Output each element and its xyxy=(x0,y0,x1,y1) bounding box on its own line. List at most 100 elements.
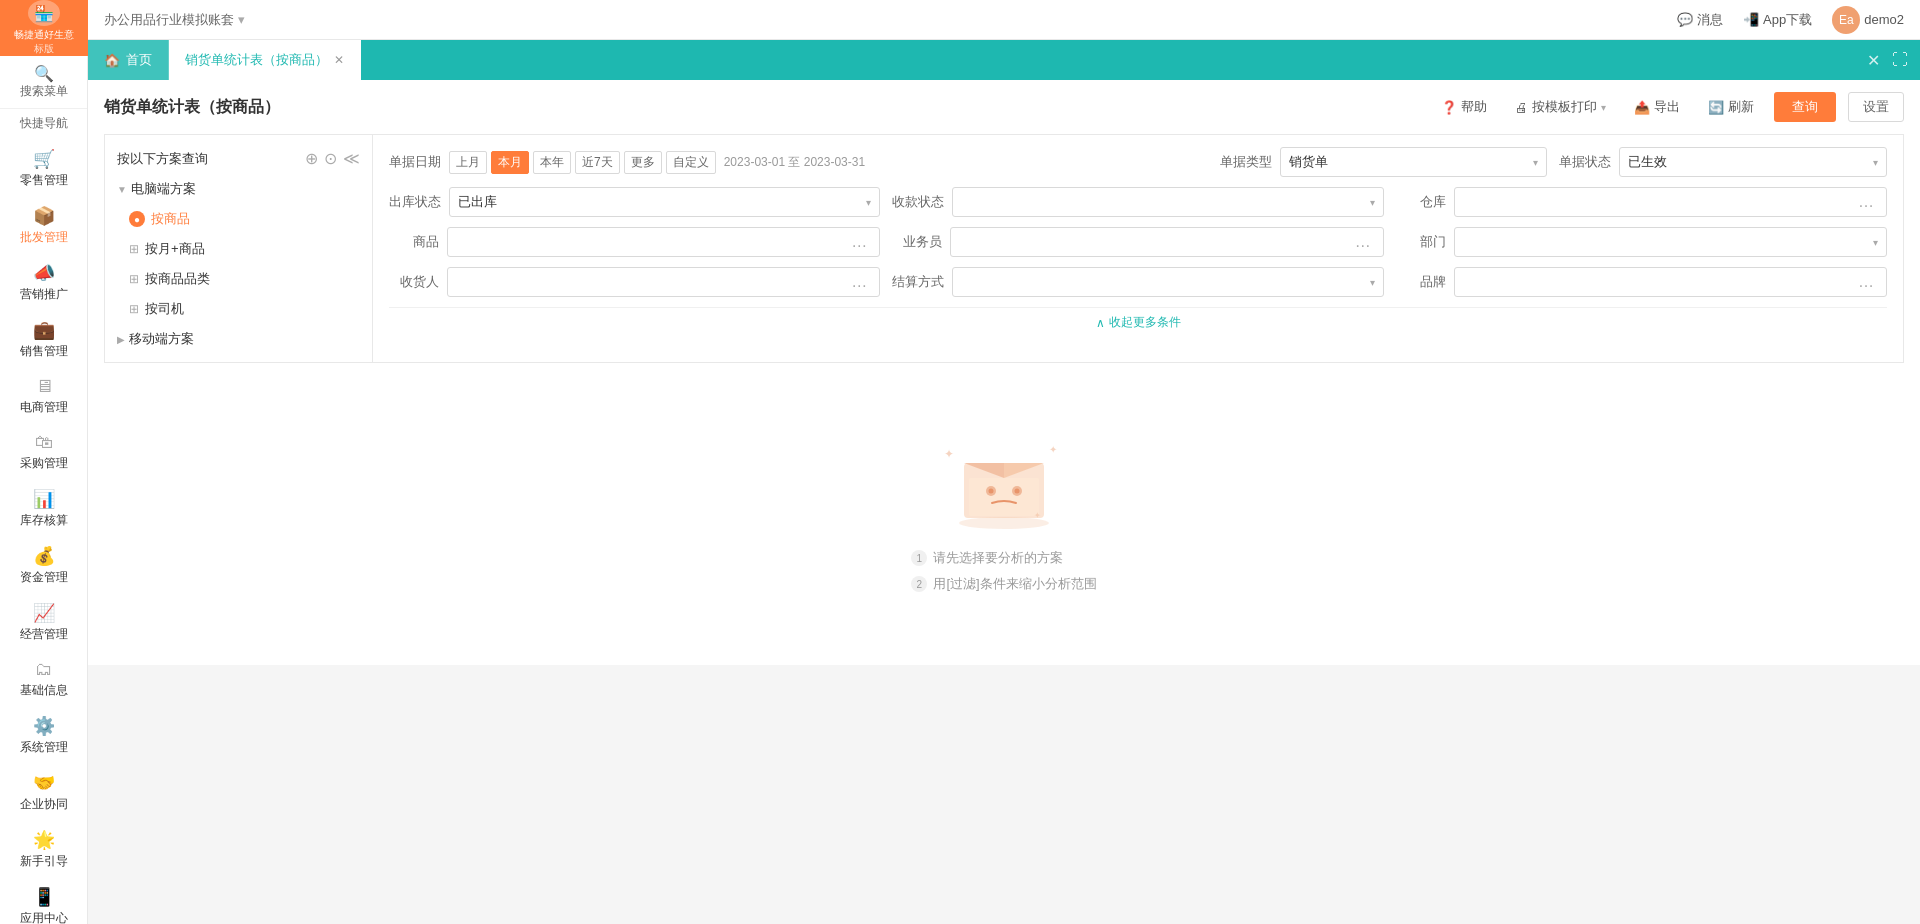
tab-close-icon[interactable]: ✕ xyxy=(334,54,344,66)
receipt-status-label: 收款状态 xyxy=(892,193,944,211)
brand-select[interactable]: … xyxy=(1454,267,1887,297)
sidebar-item-marketing[interactable]: 📣 营销推广 xyxy=(0,252,87,309)
content-wrapper: 按以下方案查询 ⊕ ⊙ ≪ ▼ 电脑端方案 ● 按商品 xyxy=(104,134,1904,363)
product-select[interactable]: … xyxy=(447,227,880,257)
app-download-button[interactable]: 📲 App下载 xyxy=(1743,11,1812,29)
filter-field-doc-type: 单据类型 销货单 ▾ xyxy=(1220,147,1548,177)
tree-item-by-register[interactable]: ⊞ 按司机 xyxy=(105,294,372,324)
base-icon: 🗂 xyxy=(35,659,53,680)
department-select[interactable]: ▾ xyxy=(1454,227,1887,257)
tabbar: 🏠 首页 销货单统计表（按商品） ✕ ✕ ⛶ xyxy=(88,40,1920,80)
sidebar-item-finance[interactable]: 💰 资金管理 xyxy=(0,535,87,592)
sidebar-item-enterprise[interactable]: 🤝 企业协同 xyxy=(0,762,87,819)
avatar: Ea xyxy=(1832,6,1860,34)
date-btn-more[interactable]: 更多 xyxy=(624,151,662,174)
sidebar: 🏪 畅捷通好生意 标版 🔍 搜索菜单 快捷导航 🛒 零售管理 📦 批发管理 📣 … xyxy=(0,0,88,924)
product-dots-icon[interactable]: … xyxy=(847,233,871,251)
user-menu[interactable]: Ea demo2 xyxy=(1832,6,1904,34)
date-btn-custom[interactable]: 自定义 xyxy=(666,151,716,174)
tree-item-by-product[interactable]: ● 按商品 xyxy=(105,204,372,234)
doc-type-chevron-icon: ▾ xyxy=(1533,157,1538,168)
sidebar-item-system[interactable]: ⚙️ 系统管理 xyxy=(0,705,87,762)
message-icon: 💬 xyxy=(1677,12,1693,27)
sidebar-item-wholesale[interactable]: 📦 批发管理 xyxy=(0,195,87,252)
finance-icon: 💰 xyxy=(33,545,55,567)
tree-section-desktop[interactable]: ▼ 电脑端方案 xyxy=(105,174,372,204)
wholesale-icon: 📦 xyxy=(33,205,55,227)
sidebar-item-operations[interactable]: 📈 经营管理 xyxy=(0,592,87,649)
sidebar-item-inventory[interactable]: 📊 库存核算 xyxy=(0,478,87,535)
expand-tab-button[interactable]: ⛶ xyxy=(1892,51,1908,69)
sidebar-item-ecommerce[interactable]: 🖥 电商管理 xyxy=(0,366,87,422)
appcenter-icon: 📱 xyxy=(33,886,55,908)
settlement-label: 结算方式 xyxy=(892,273,944,291)
tree-section-mobile[interactable]: ▶ 移动端方案 xyxy=(105,324,372,354)
tree-add-icon[interactable]: ⊕ xyxy=(305,149,318,168)
svg-rect-3 xyxy=(969,478,1039,516)
receipt-status-select[interactable]: ▾ xyxy=(952,187,1383,217)
settlement-chevron-icon: ▾ xyxy=(1370,277,1375,288)
consignee-label: 收货人 xyxy=(389,273,439,291)
date-btn-this-year[interactable]: 本年 xyxy=(533,151,571,174)
marketing-icon: 📣 xyxy=(33,262,55,284)
tree-controls: ⊕ ⊙ ≪ xyxy=(305,149,360,168)
query-button[interactable]: 查询 xyxy=(1774,92,1836,122)
svg-text:✦: ✦ xyxy=(1034,511,1041,520)
quick-nav[interactable]: 快捷导航 xyxy=(0,109,87,138)
tree-settings-icon[interactable]: ⊙ xyxy=(324,149,337,168)
filter-form: 单据日期 上月 本月 本年 近7天 更多 自定义 2023-03-01 至 20… xyxy=(373,135,1903,362)
help-button[interactable]: ❓ 帮助 xyxy=(1433,94,1495,120)
doc-status-chevron-icon: ▾ xyxy=(1873,157,1878,168)
chevron-down-icon[interactable]: ▾ xyxy=(238,12,245,27)
sidebar-item-retail[interactable]: 🛒 零售管理 xyxy=(0,138,87,195)
export-icon: 📤 xyxy=(1634,100,1650,115)
main-area: 办公用品行业模拟账套 ▾ 💬 消息 📲 App下载 Ea demo2 🏠 xyxy=(88,0,1920,924)
settings-button[interactable]: 设置 xyxy=(1848,92,1904,122)
receipt-status-chevron-icon: ▾ xyxy=(1370,197,1375,208)
print-template-button[interactable]: 🖨 按模板打印 ▾ xyxy=(1507,94,1614,120)
sidebar-item-sales[interactable]: 💼 销售管理 xyxy=(0,309,87,366)
brand-label: 品牌 xyxy=(1396,273,1446,291)
brand-dots-icon[interactable]: … xyxy=(1854,273,1878,291)
filter-field-product: 商品 … xyxy=(389,227,880,257)
warehouse-select[interactable]: … xyxy=(1454,187,1887,217)
tab-sales-stats[interactable]: 销货单统计表（按商品） ✕ xyxy=(169,40,361,80)
tab-home[interactable]: 🏠 首页 xyxy=(88,40,169,80)
settlement-select[interactable]: ▾ xyxy=(952,267,1383,297)
salesperson-dots-icon[interactable]: … xyxy=(1351,233,1375,251)
tree-arrow-desktop: ▼ xyxy=(117,184,127,195)
retail-icon: 🛒 xyxy=(33,148,55,170)
date-btn-this-month[interactable]: 本月 xyxy=(491,151,529,174)
search-menu[interactable]: 🔍 搜索菜单 xyxy=(0,56,87,109)
close-tab-button[interactable]: ✕ xyxy=(1867,51,1880,70)
sidebar-item-purchase[interactable]: 🛍 采购管理 xyxy=(0,422,87,478)
sidebar-item-newbie[interactable]: 🌟 新手引导 xyxy=(0,819,87,876)
filter-tree-header: 按以下方案查询 ⊕ ⊙ ≪ xyxy=(105,143,372,174)
empty-text: 1 请先选择要分析的方案 2 用[过滤]条件来缩小分析范围 xyxy=(911,549,1096,593)
sidebar-item-base[interactable]: 🗂 基础信息 xyxy=(0,649,87,705)
filter-field-department: 部门 ▾ xyxy=(1396,227,1887,257)
date-btn-last-month[interactable]: 上月 xyxy=(449,151,487,174)
tree-item-by-month-product[interactable]: ⊞ 按月+商品 xyxy=(105,234,372,264)
filter-field-consignee: 收货人 … xyxy=(389,267,880,297)
message-button[interactable]: 💬 消息 xyxy=(1677,11,1723,29)
date-btn-7days[interactable]: 近7天 xyxy=(575,151,620,174)
salesperson-select[interactable]: … xyxy=(950,227,1383,257)
tree-collapse-icon[interactable]: ≪ xyxy=(343,149,360,168)
consignee-select[interactable]: … xyxy=(447,267,880,297)
consignee-dots-icon[interactable]: … xyxy=(847,273,871,291)
grid-icon-3: ⊞ xyxy=(129,302,139,316)
doc-type-select[interactable]: 销货单 ▾ xyxy=(1280,147,1548,177)
tree-item-by-product-cat[interactable]: ⊞ 按商品品类 xyxy=(105,264,372,294)
download-icon: 📲 xyxy=(1743,12,1759,27)
sidebar-item-appcenter[interactable]: 📱 应用中心 xyxy=(0,876,87,924)
warehouse-dots-icon[interactable]: … xyxy=(1854,193,1878,211)
refresh-icon: 🔄 xyxy=(1708,100,1724,115)
operations-icon: 📈 xyxy=(33,602,55,624)
out-status-select[interactable]: 已出库 ▾ xyxy=(449,187,880,217)
collapse-button[interactable]: ∧ 收起更多条件 xyxy=(389,307,1887,337)
system-icon: ⚙️ xyxy=(33,715,55,737)
refresh-button[interactable]: 🔄 刷新 xyxy=(1700,94,1762,120)
doc-status-select[interactable]: 已生效 ▾ xyxy=(1619,147,1887,177)
export-button[interactable]: 📤 导出 xyxy=(1626,94,1688,120)
